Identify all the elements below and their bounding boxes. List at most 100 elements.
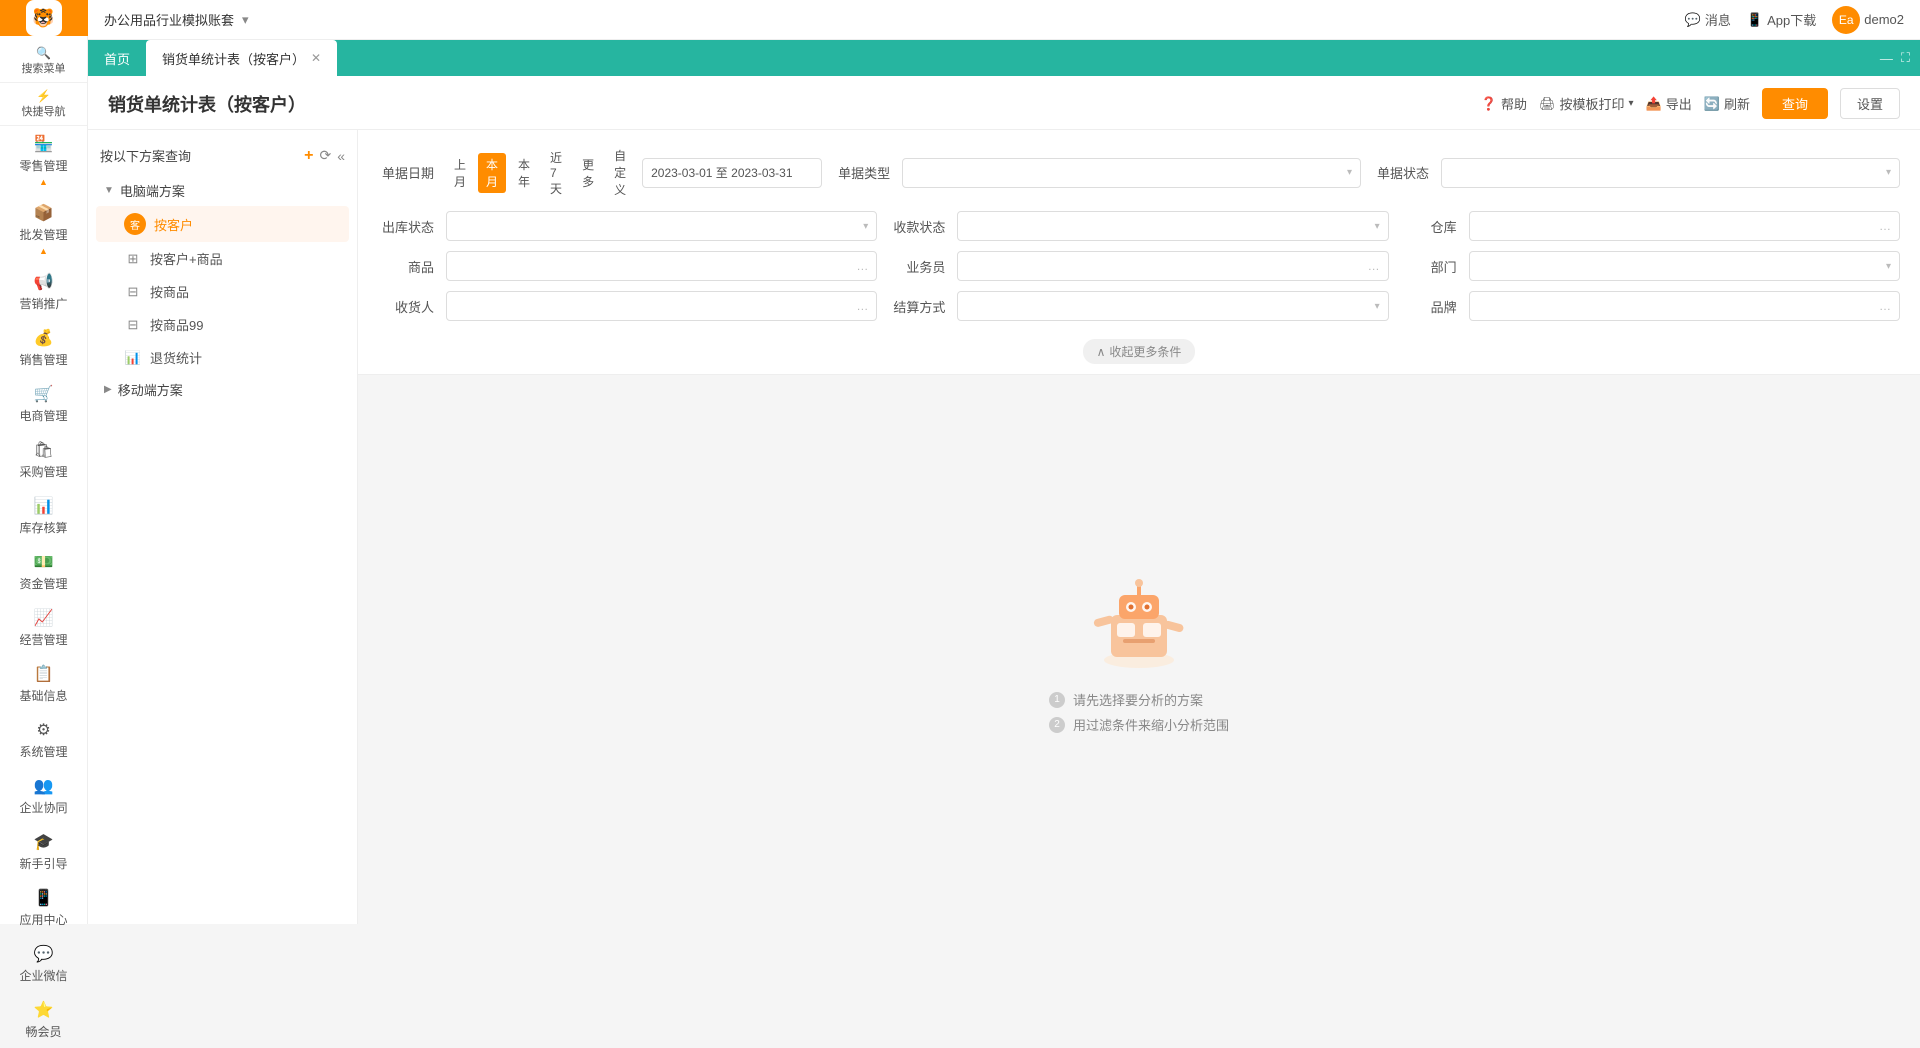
date-tab-more[interactable]: 更多 (574, 153, 602, 193)
sidebar-item-wholesale[interactable]: 📦 批发管理 ▲ (0, 195, 87, 264)
tab-home[interactable]: 首页 (88, 40, 146, 76)
ecommerce-icon: 🛒 (34, 384, 54, 404)
account-dropdown-arrow[interactable]: ▾ (242, 12, 249, 28)
tab-close-icon[interactable]: ✕ (311, 52, 321, 64)
sidebar-item-retail[interactable]: 🏪 零售管理 ▲ (0, 126, 87, 195)
order-type-control[interactable]: ▾ (902, 158, 1361, 188)
main-content: 办公用品行业模拟账套 ▾ 💬 消息 📱 App下载 Ea demo2 首页 (88, 0, 1920, 924)
left-panel-actions: + ⟳ « (304, 147, 345, 165)
refresh-scheme-btn[interactable]: ⟳ (319, 147, 331, 164)
sidebar-item-operations[interactable]: 📈 经营管理 (0, 600, 87, 656)
sidebar-item-search[interactable]: 🔍 搜索菜单 (0, 36, 87, 83)
sidebar-item-ecommerce[interactable]: 🛒 电商管理 (0, 376, 87, 432)
scheme-item-goods[interactable]: ⊟ 按商品 (96, 275, 349, 308)
print-btn[interactable]: 🖨 按模板打印 ▾ (1539, 94, 1634, 113)
date-tab-this-month[interactable]: 本月 (478, 153, 506, 193)
brand-control[interactable]: … (1469, 291, 1900, 321)
sidebar-item-marketing[interactable]: 📢 营销推广 (0, 264, 87, 320)
collapse-btn[interactable]: ∧ 收起更多条件 (1083, 339, 1196, 364)
sidebar-item-collab[interactable]: 👥 企业协同 (0, 768, 87, 824)
dept-control[interactable]: ▾ (1469, 251, 1900, 281)
newbie-icon: 🎓 (34, 832, 54, 852)
pc-group-arrow: ▼ (104, 185, 114, 196)
mobile-scheme-group-header[interactable]: ▶ 移动端方案 (96, 374, 349, 405)
help-icon: ❓ (1481, 96, 1497, 112)
sidebar-item-purchase[interactable]: 🛍 采购管理 (0, 432, 87, 488)
scheme-item-customer-goods[interactable]: ⊞ 按客户+商品 (96, 242, 349, 275)
sidebar-item-sales[interactable]: 💰 销售管理 (0, 320, 87, 376)
order-status-control[interactable]: ▾ (1441, 158, 1900, 188)
tab-sales-stat[interactable]: 销货单统计表（按客户） ✕ (146, 40, 337, 76)
date-tab-custom[interactable]: 自定义 (606, 144, 634, 201)
finance-icon: 💵 (34, 552, 54, 572)
consignee-label: 收货人 (378, 297, 434, 316)
date-tabs: 上月 本月 本年 近7天 更多 自定义 (446, 144, 634, 201)
out-status-dropdown-icon: ▾ (863, 221, 868, 232)
collect-status-control[interactable]: ▾ (957, 211, 1388, 241)
query-button[interactable]: 查询 (1762, 88, 1828, 119)
warehouse-control[interactable]: … (1469, 211, 1900, 241)
sidebar-item-finance[interactable]: 💵 资金管理 (0, 544, 87, 600)
sidebar-item-member[interactable]: ⭐ 畅会员 (0, 992, 87, 1048)
settlement-control[interactable]: ▾ (957, 291, 1388, 321)
order-type-dropdown-icon: ▾ (1347, 167, 1352, 178)
refresh-btn[interactable]: 🔄 刷新 (1704, 94, 1750, 113)
wholesale-icon: 📦 (34, 203, 54, 223)
collapse-scheme-btn[interactable]: « (337, 148, 345, 164)
collect-status-label: 收款状态 (889, 217, 945, 236)
empty-tips: 1 请先选择要分析的方案 2 用过滤条件来缩小分析范围 (1049, 690, 1229, 734)
settings-button[interactable]: 设置 (1840, 88, 1900, 119)
operations-icon: 📈 (34, 608, 54, 628)
message-btn[interactable]: 💬 消息 (1685, 10, 1731, 29)
retail-icon: 🏪 (34, 134, 54, 154)
date-tab-last-month[interactable]: 上月 (446, 153, 474, 193)
return-stat-icon: 📊 (124, 349, 142, 367)
empty-state: 1 请先选择要分析的方案 2 用过滤条件来缩小分析范围 (358, 375, 1920, 924)
date-tab-7days[interactable]: 近7天 (542, 146, 570, 200)
order-status-dropdown-icon: ▾ (1886, 167, 1891, 178)
tab-minimize-icon[interactable]: — (1880, 51, 1893, 66)
dept-label: 部门 (1401, 257, 1457, 276)
add-scheme-btn[interactable]: + (304, 147, 313, 165)
date-tab-this-year[interactable]: 本年 (510, 153, 538, 193)
sidebar-item-quicknav[interactable]: ⚡ 快捷导航 (0, 83, 87, 126)
tab-maximize-icon[interactable]: ⛶ (1901, 50, 1910, 66)
mobile-scheme-group: ▶ 移动端方案 (88, 374, 357, 405)
scheme-item-return-stat[interactable]: 📊 退货统计 (96, 341, 349, 374)
logo-icon: 🐯 (26, 0, 62, 36)
sidebar-item-wechat[interactable]: 💬 企业微信 (0, 936, 87, 992)
sidebar-item-system[interactable]: ⚙ 系统管理 (0, 712, 87, 768)
out-status-control[interactable]: ▾ (446, 211, 877, 241)
goods-control[interactable]: … (446, 251, 877, 281)
tab-bar: 首页 销货单统计表（按客户） ✕ — ⛶ (88, 40, 1920, 76)
help-btn[interactable]: ❓ 帮助 (1481, 94, 1527, 113)
scheme-item-goods99[interactable]: ⊟ 按商品99 (96, 308, 349, 341)
sidebar-item-newbie[interactable]: 🎓 新手引导 (0, 824, 87, 880)
sidebar-item-inventory[interactable]: 📊 库存核算 (0, 488, 87, 544)
salesman-more-icon: … (1368, 259, 1380, 273)
sidebar: 🐯 🔍 搜索菜单 ⚡ 快捷导航 🏪 零售管理 ▲ 📦 批发管理 ▲ 📢 营销推广… (0, 0, 88, 924)
sales-icon: 💰 (34, 328, 54, 348)
scheme-item-customer[interactable]: 客 按客户 (96, 206, 349, 242)
app-download-btn[interactable]: 📱 App下载 (1747, 10, 1816, 29)
appcenter-icon: 📱 (34, 888, 54, 908)
warehouse-label: 仓库 (1401, 217, 1457, 236)
date-range-input[interactable]: 2023-03-01 至 2023-03-31 (642, 158, 822, 188)
export-btn[interactable]: 📤 导出 (1646, 94, 1692, 113)
wechat-icon: 💬 (34, 944, 54, 964)
top-header-right: 💬 消息 📱 App下载 Ea demo2 (1685, 6, 1904, 34)
basic-info-icon: 📋 (34, 664, 54, 684)
tip-num-1: 1 (1049, 692, 1065, 708)
sidebar-item-basic-info[interactable]: 📋 基础信息 (0, 656, 87, 712)
page-body: 按以下方案查询 + ⟳ « ▼ 电脑端方案 客 按客户 (88, 130, 1920, 924)
dept-dropdown-icon: ▾ (1886, 261, 1891, 272)
user-profile-btn[interactable]: Ea demo2 (1832, 6, 1904, 34)
pc-scheme-group-header[interactable]: ▼ 电脑端方案 (96, 175, 349, 206)
purchase-icon: 🛍 (33, 440, 53, 460)
settlement-label: 结算方式 (889, 297, 945, 316)
salesman-control[interactable]: … (957, 251, 1388, 281)
filter-section: 单据日期 上月 本月 本年 近7天 更多 自定义 2023- (358, 130, 1920, 375)
consignee-control[interactable]: … (446, 291, 877, 321)
sidebar-item-appcenter[interactable]: 📱 应用中心 (0, 880, 87, 936)
tab-list: 首页 销货单统计表（按客户） ✕ (88, 40, 1870, 76)
